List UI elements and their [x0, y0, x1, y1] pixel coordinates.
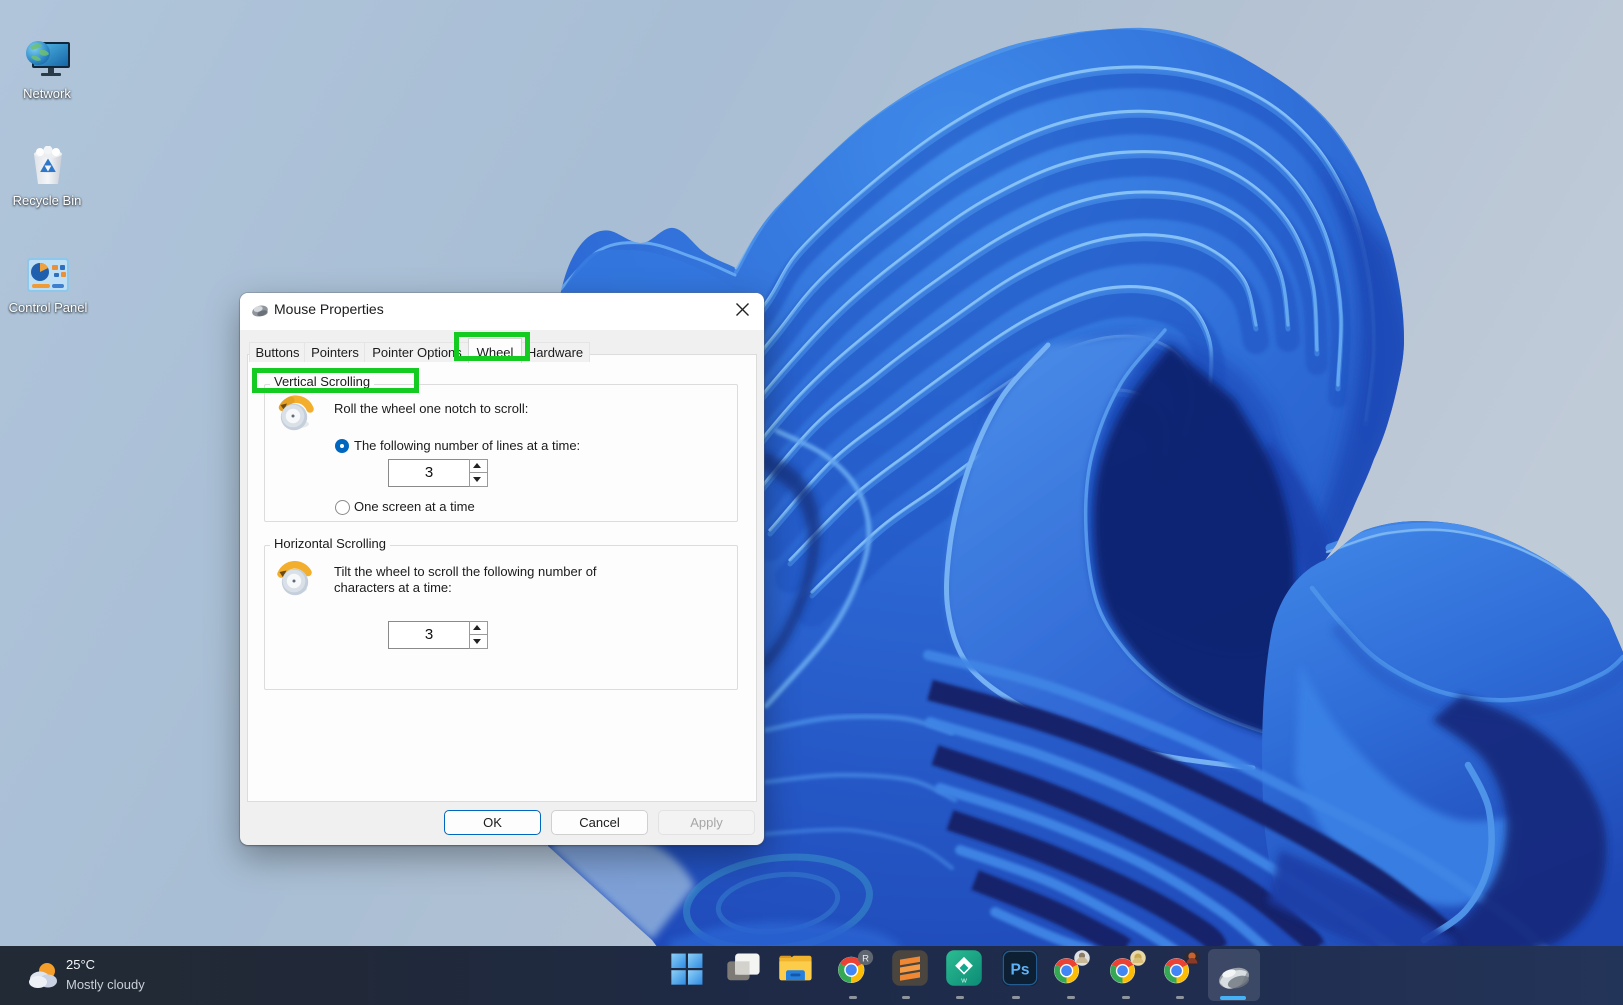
svg-text:R: R [862, 953, 869, 964]
svg-text:w: w [960, 975, 967, 984]
svg-text:Ps: Ps [1010, 962, 1029, 979]
